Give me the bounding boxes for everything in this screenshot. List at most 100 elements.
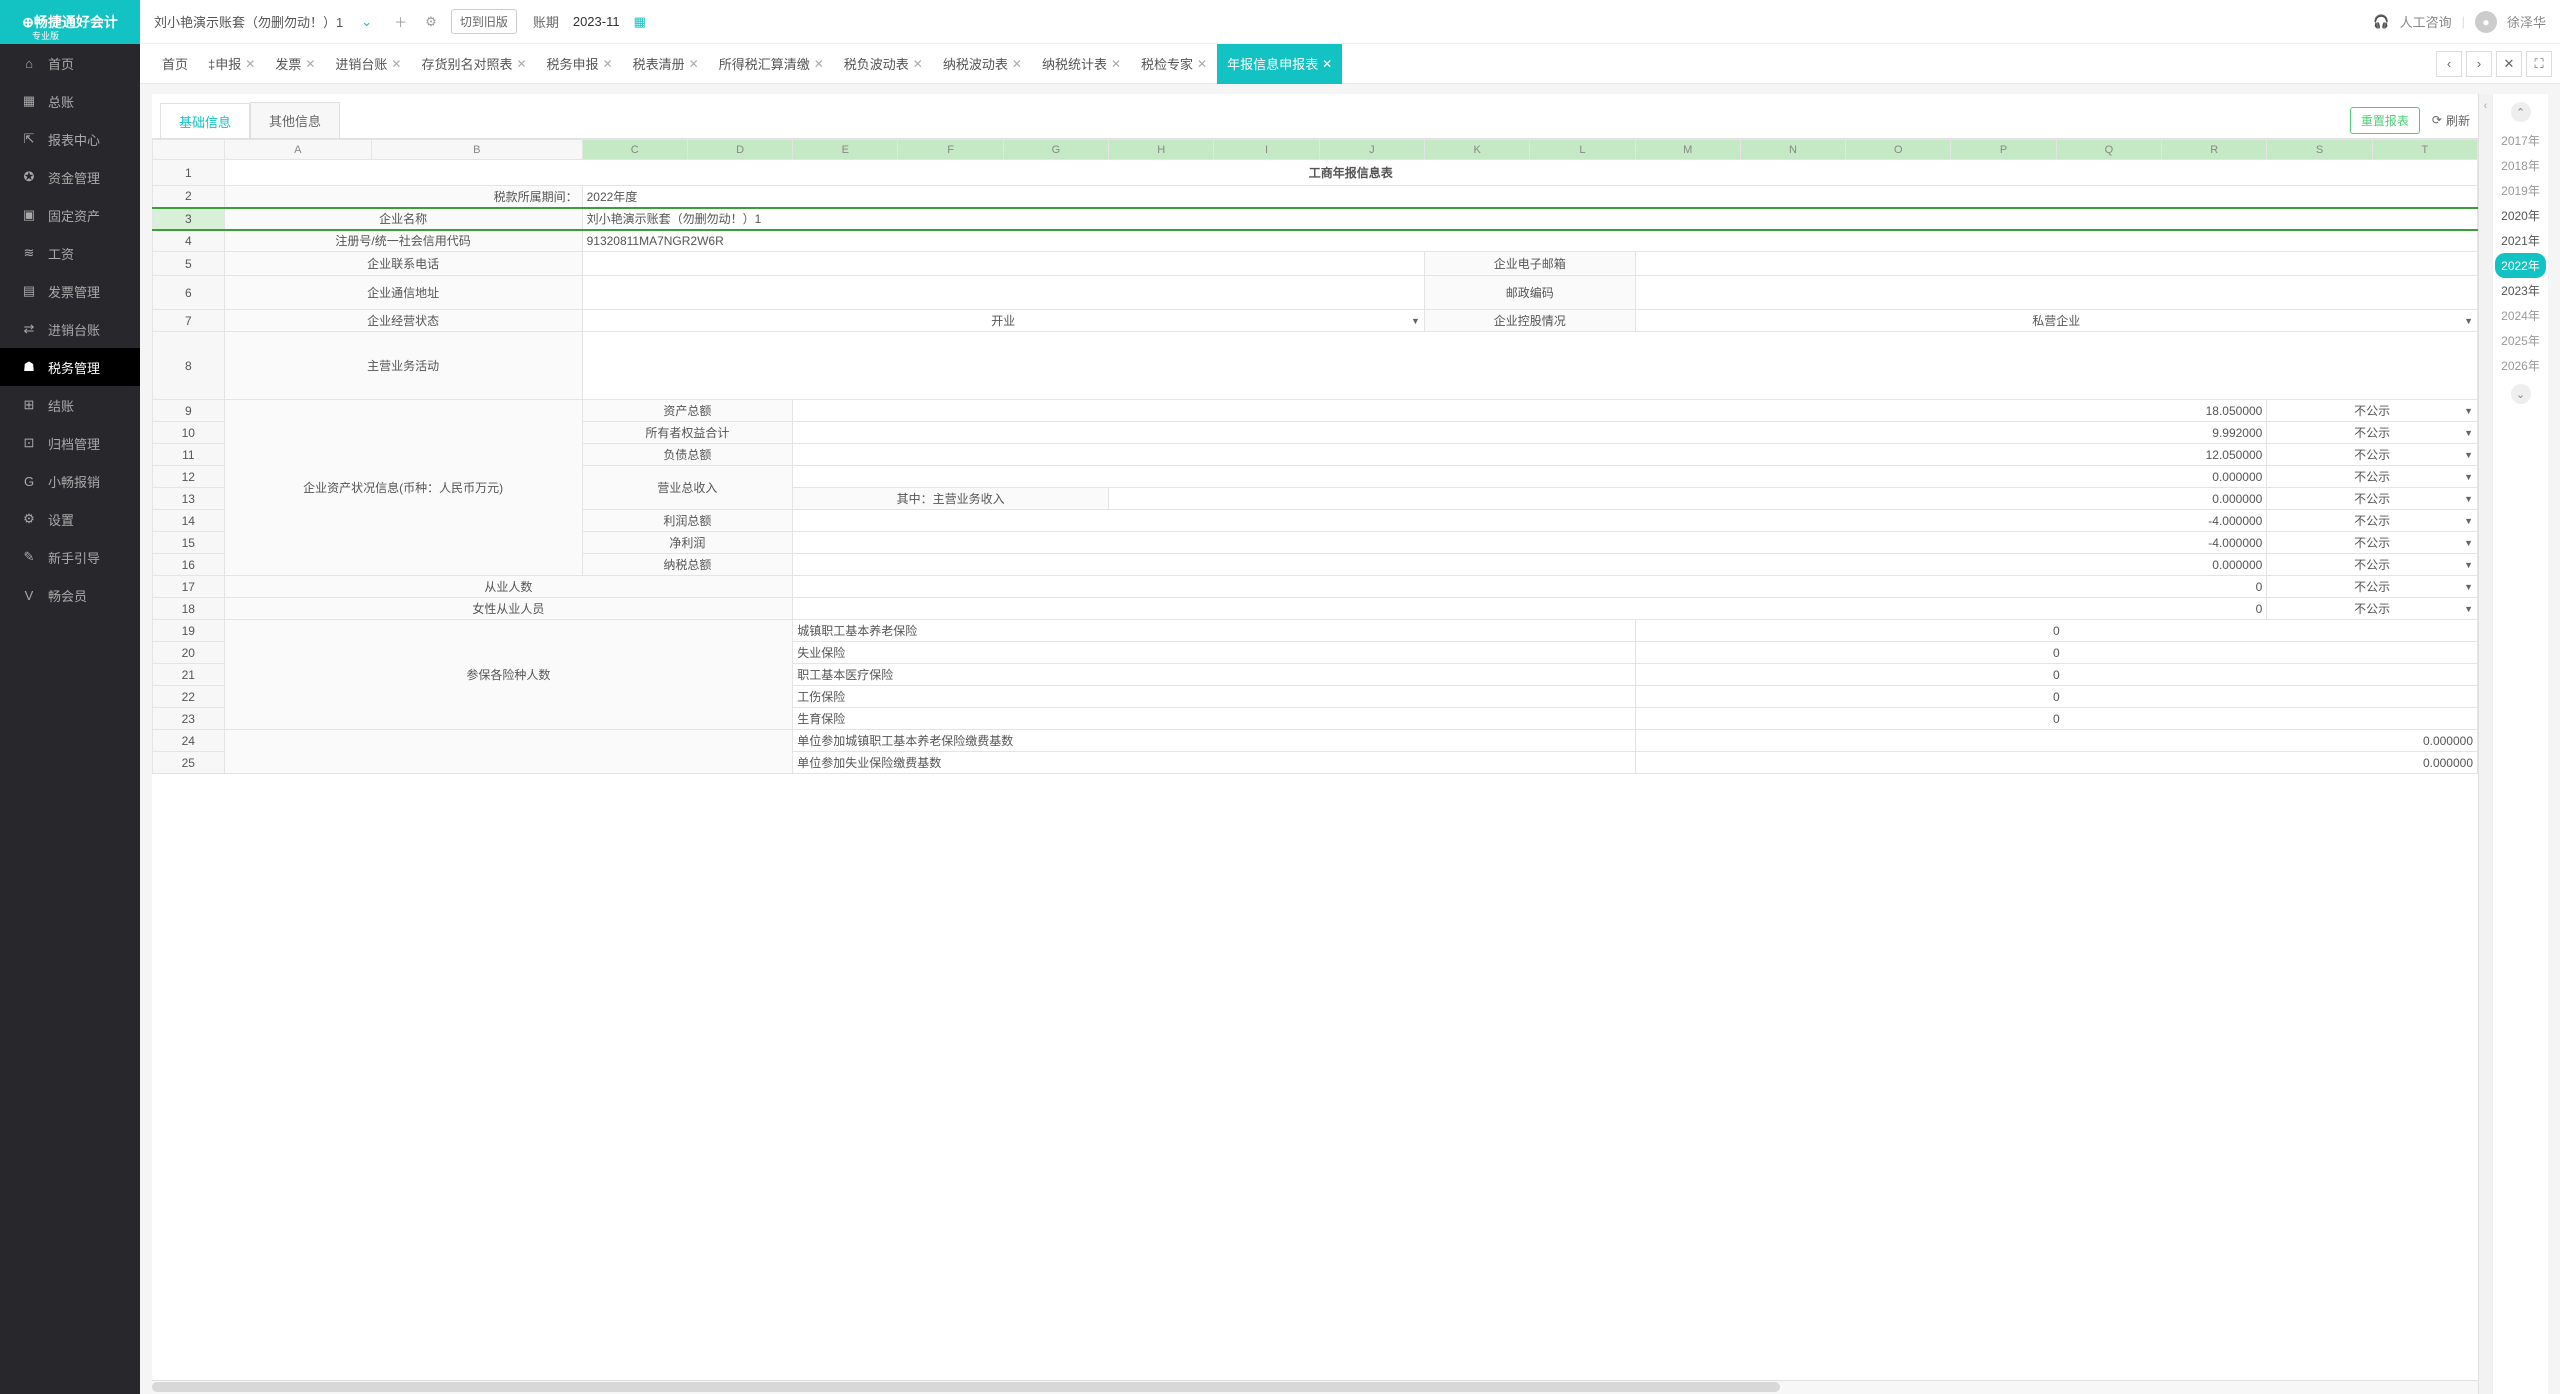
reset-report-button[interactable]: 重置报表: [2350, 107, 2420, 134]
dropdown-arrow-icon[interactable]: ▼: [2464, 406, 2473, 416]
year-2021年[interactable]: 2021年: [2495, 228, 2546, 253]
tab-8[interactable]: 税负波动表✕: [834, 44, 933, 84]
nav-icon: ⌂: [20, 56, 38, 71]
year-down-icon[interactable]: ⌄: [2511, 384, 2531, 404]
nav-icon: ✪: [20, 169, 38, 185]
nav-icon: V: [20, 588, 38, 603]
close-icon[interactable]: ✕: [1322, 57, 1332, 71]
collapse-year-panel[interactable]: ‹: [2478, 94, 2492, 1394]
nav-icon: ≋: [20, 245, 38, 261]
nav-icon: ☗: [20, 359, 38, 375]
tab-next-button[interactable]: ›: [2466, 51, 2492, 77]
tab-prev-button[interactable]: ‹: [2436, 51, 2462, 77]
nav-icon: ⇱: [20, 131, 38, 147]
year-2026年[interactable]: 2026年: [2495, 353, 2546, 378]
account-selector[interactable]: 刘小艳演示账套（勿删勿动！）1: [154, 12, 343, 31]
year-2018年[interactable]: 2018年: [2495, 153, 2546, 178]
nav-item-1[interactable]: ▦总账: [0, 82, 140, 120]
nav-item-3[interactable]: ✪资金管理: [0, 158, 140, 196]
period-value[interactable]: 2023-11: [573, 14, 620, 29]
nav-item-14[interactable]: V畅会员: [0, 576, 140, 614]
year-2020年[interactable]: 2020年: [2495, 203, 2546, 228]
close-icon[interactable]: ✕: [305, 57, 315, 71]
calendar-icon[interactable]: ▦: [630, 10, 650, 34]
nav-item-12[interactable]: ⚙设置: [0, 500, 140, 538]
tab-1[interactable]: ‡申报✕: [198, 44, 265, 84]
avatar[interactable]: ●: [2475, 11, 2497, 33]
nav-icon: ✎: [20, 549, 38, 565]
year-2019年[interactable]: 2019年: [2495, 178, 2546, 203]
tab-3[interactable]: 进销台账✕: [325, 44, 411, 84]
nav-item-11[interactable]: G小畅报销: [0, 462, 140, 500]
close-icon[interactable]: ✕: [814, 57, 824, 71]
nav-item-10[interactable]: ⊡归档管理: [0, 424, 140, 462]
close-icon[interactable]: ✕: [1197, 57, 1207, 71]
nav-item-7[interactable]: ⇄进销台账: [0, 310, 140, 348]
close-icon[interactable]: ✕: [1111, 57, 1121, 71]
year-up-icon[interactable]: ⌃: [2511, 102, 2531, 122]
close-icon[interactable]: ✕: [689, 57, 699, 71]
tab-4[interactable]: 存货别名对照表✕: [411, 44, 536, 84]
tab-10[interactable]: 纳税统计表✕: [1032, 44, 1131, 84]
year-2022年[interactable]: 2022年: [2495, 253, 2546, 278]
dropdown-arrow-icon[interactable]: ▼: [2464, 516, 2473, 526]
username[interactable]: 徐泽华: [2507, 12, 2546, 31]
dropdown-arrow-icon[interactable]: ▼: [2464, 428, 2473, 438]
sheet-tab-basic[interactable]: 基础信息: [160, 103, 250, 139]
nav-item-4[interactable]: ▣固定资产: [0, 196, 140, 234]
tab-11[interactable]: 税检专家✕: [1131, 44, 1217, 84]
consult-link[interactable]: 人工咨询: [2400, 12, 2452, 31]
year-2023年[interactable]: 2023年: [2495, 278, 2546, 303]
horizontal-scrollbar[interactable]: [152, 1380, 2478, 1394]
nav-item-13[interactable]: ✎新手引导: [0, 538, 140, 576]
gear-icon[interactable]: ⚙: [421, 10, 441, 34]
year-panel: ⌃ 2017年2018年2019年2020年2021年2022年2023年202…: [2492, 94, 2548, 1394]
fullscreen-button[interactable]: ⛶: [2526, 51, 2552, 77]
dropdown-arrow-icon[interactable]: ▼: [2464, 604, 2473, 614]
dropdown-arrow-icon[interactable]: ▼: [2464, 472, 2473, 482]
tab-2[interactable]: 发票✕: [265, 44, 325, 84]
brand-logo: ⊕ 畅捷通好会计 专业版: [0, 0, 140, 44]
nav-item-9[interactable]: ⊞结账: [0, 386, 140, 424]
year-2024年[interactable]: 2024年: [2495, 303, 2546, 328]
headset-icon[interactable]: 🎧: [2373, 14, 2389, 30]
tab-9[interactable]: 纳税波动表✕: [933, 44, 1032, 84]
tab-close-all-button[interactable]: ✕: [2496, 51, 2522, 77]
dropdown-arrow-icon[interactable]: ▼: [2464, 538, 2473, 548]
sheet-tab-other[interactable]: 其他信息: [250, 102, 340, 138]
tab-6[interactable]: 税表清册✕: [623, 44, 709, 84]
dropdown-arrow-icon[interactable]: ▼: [2464, 494, 2473, 504]
close-icon[interactable]: ✕: [913, 57, 923, 71]
tab-5[interactable]: 税务申报✕: [537, 44, 623, 84]
tab-7[interactable]: 所得税汇算清缴✕: [709, 44, 834, 84]
nav-item-8[interactable]: ☗税务管理: [0, 348, 140, 386]
add-icon[interactable]: ＋: [390, 8, 411, 35]
refresh-button[interactable]: ⟳刷新: [2432, 112, 2470, 129]
dropdown-arrow-icon[interactable]: ▼: [2464, 316, 2473, 326]
nav-item-6[interactable]: ▤发票管理: [0, 272, 140, 310]
nav-item-5[interactable]: ≋工资: [0, 234, 140, 272]
nav-icon: ▣: [20, 207, 38, 223]
nav-icon: ▦: [20, 93, 38, 109]
period-label: 账期: [533, 12, 559, 31]
nav-item-2[interactable]: ⇱报表中心: [0, 120, 140, 158]
nav-icon: G: [20, 474, 38, 489]
year-2017年[interactable]: 2017年: [2495, 128, 2546, 153]
close-icon[interactable]: ✕: [245, 57, 255, 71]
close-icon[interactable]: ✕: [516, 57, 526, 71]
close-icon[interactable]: ✕: [1012, 57, 1022, 71]
dropdown-arrow-icon[interactable]: ▼: [2464, 560, 2473, 570]
close-icon[interactable]: ✕: [603, 57, 613, 71]
dropdown-arrow-icon[interactable]: ▼: [2464, 582, 2473, 592]
dropdown-arrow-icon[interactable]: ▼: [1411, 316, 1420, 326]
account-chevron-icon[interactable]: ⌄: [353, 14, 380, 30]
switch-old-version-button[interactable]: 切到旧版: [451, 9, 517, 34]
dropdown-arrow-icon[interactable]: ▼: [2464, 450, 2473, 460]
year-2025年[interactable]: 2025年: [2495, 328, 2546, 353]
tab-12[interactable]: 年报信息申报表✕: [1217, 44, 1342, 84]
tab-0[interactable]: 首页: [152, 44, 198, 84]
spreadsheet-grid[interactable]: ABCDEFGHIJKLMNOPQRST 1工商年报信息表2税款所属期间：202…: [152, 138, 2478, 1380]
close-icon[interactable]: ✕: [391, 57, 401, 71]
tabstrip: 首页‡申报✕发票✕进销台账✕存货别名对照表✕税务申报✕税表清册✕所得税汇算清缴✕…: [140, 44, 2560, 84]
nav-item-0[interactable]: ⌂首页: [0, 44, 140, 82]
